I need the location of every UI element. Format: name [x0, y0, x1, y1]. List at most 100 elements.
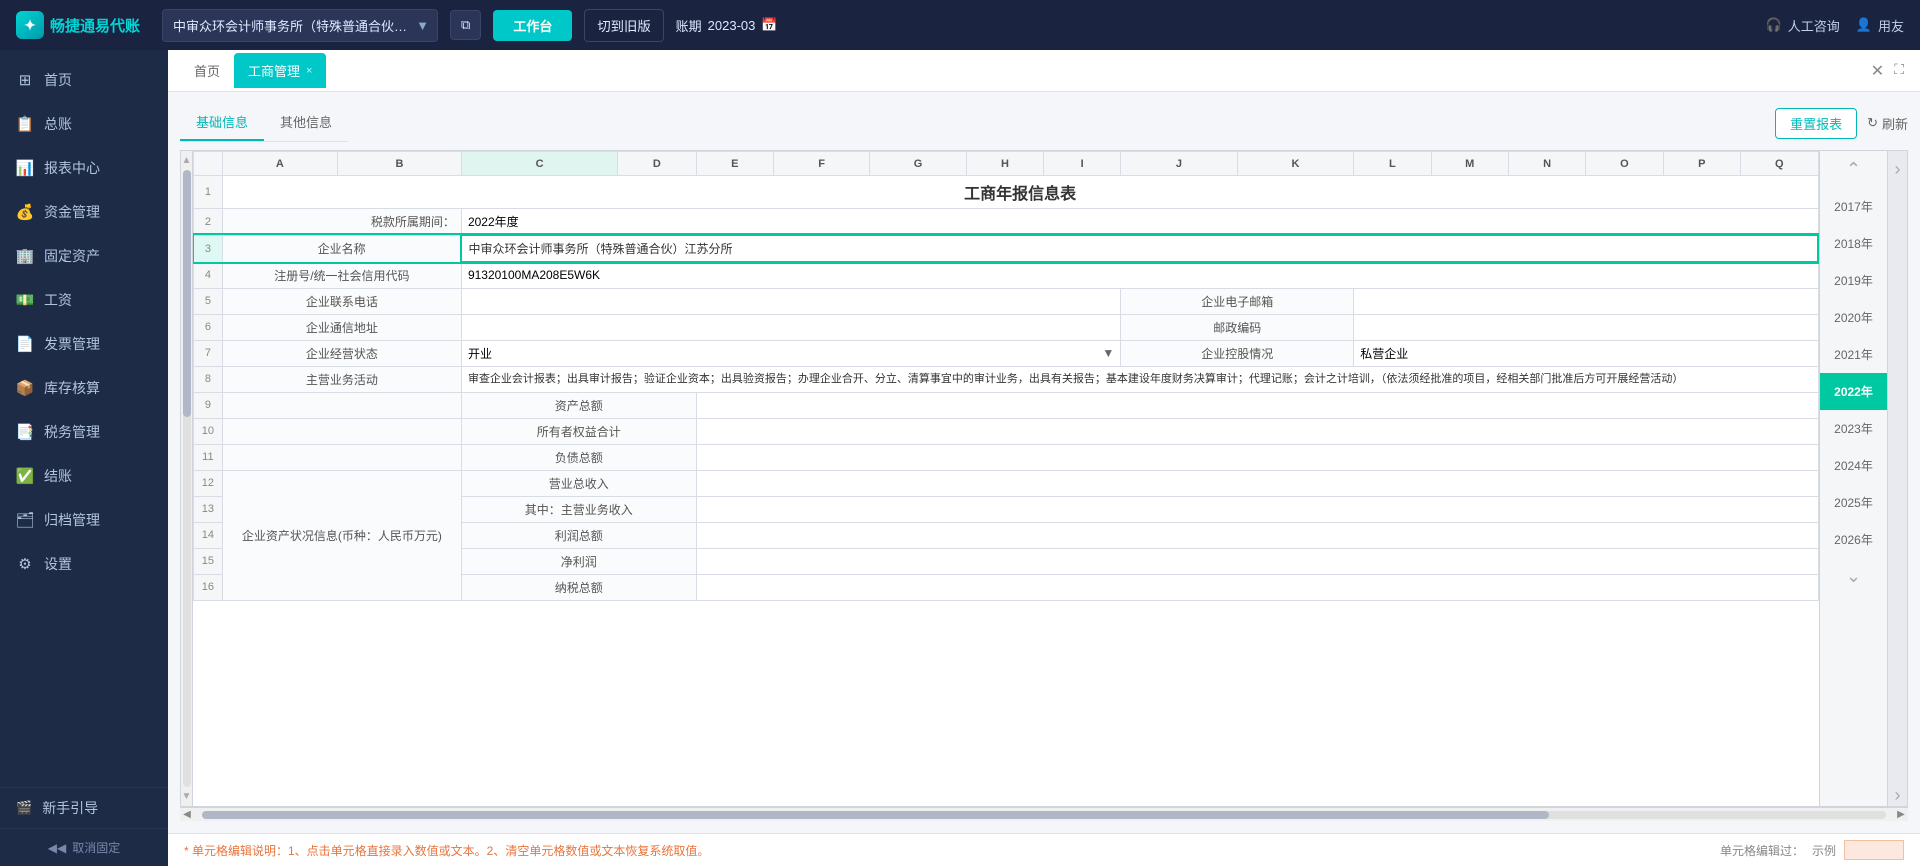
sub-tab-other[interactable]: 其他信息: [264, 104, 348, 141]
col-header-c[interactable]: C: [461, 152, 617, 176]
sub-tabs: 基础信息 其他信息: [180, 104, 348, 142]
toolbar-right: 重置报表 ↻ 刷新: [1775, 108, 1908, 139]
sidebar-item-finance[interactable]: 💰 资金管理: [0, 190, 168, 234]
calendar-icon[interactable]: 📅: [761, 17, 777, 33]
dropdown-icon[interactable]: ▼: [1102, 346, 1114, 360]
sub-tab-basic[interactable]: 基础信息: [180, 104, 264, 141]
col-header-b[interactable]: B: [338, 152, 462, 176]
sidebar-item-ledger[interactable]: 📋 总账: [0, 102, 168, 146]
refresh-button[interactable]: ↻ 刷新: [1867, 114, 1908, 133]
sidebar-item-settle[interactable]: ✅ 结账: [0, 454, 168, 498]
sidebar-item-report[interactable]: 📊 报表中心: [0, 146, 168, 190]
col-header-o[interactable]: O: [1586, 152, 1663, 176]
row13-value[interactable]: [696, 496, 1818, 522]
collapse-down-icon[interactable]: ›: [1895, 785, 1901, 806]
sidebar-item-assets[interactable]: 🏢 固定资产: [0, 234, 168, 278]
row10-value[interactable]: [696, 418, 1818, 444]
year-scroll-down[interactable]: ⌄: [1842, 562, 1865, 591]
collapse-up-icon[interactable]: ›: [1895, 159, 1901, 180]
row13-sub-label: 其中：主营业务收入: [461, 496, 696, 522]
row6-value2[interactable]: [1354, 314, 1818, 340]
sidebar-item-inventory[interactable]: 📦 库存核算: [0, 366, 168, 410]
tab-business-mgmt[interactable]: 工商管理 ×: [234, 53, 326, 88]
sidebar-label-inventory: 库存核算: [44, 378, 100, 398]
sidebar-item-newguide[interactable]: 🎬 新手引导: [0, 787, 168, 828]
sidebar-item-settings[interactable]: ⚙ 设置: [0, 542, 168, 586]
col-header-k[interactable]: K: [1237, 152, 1354, 176]
tab-home[interactable]: 首页: [184, 53, 230, 88]
row9-value[interactable]: [696, 392, 1818, 418]
col-header-i[interactable]: I: [1044, 152, 1121, 176]
hscroll-track[interactable]: [202, 811, 1886, 819]
col-header-e[interactable]: E: [696, 152, 773, 176]
row16-value[interactable]: [696, 574, 1818, 600]
old-version-button[interactable]: 切到旧版: [584, 9, 663, 42]
sidebar-label-newguide: 新手引导: [42, 798, 98, 818]
row5-value2[interactable]: [1354, 288, 1818, 314]
sidebar-item-home[interactable]: ⊞ 首页: [0, 58, 168, 102]
row15-value[interactable]: [696, 548, 1818, 574]
year-2020[interactable]: 2020年: [1820, 299, 1887, 336]
tab-close-icon[interactable]: ×: [306, 65, 312, 77]
spreadsheet-inner[interactable]: A B C D E F G H I J: [193, 151, 1819, 806]
vscroll-up-arrow[interactable]: ▲: [182, 155, 192, 166]
user-profile[interactable]: 👤 用友: [1856, 16, 1904, 35]
sidebar-item-invoice[interactable]: 📄 发票管理: [0, 322, 168, 366]
home-icon: ⊞: [16, 71, 34, 89]
row7-value[interactable]: 开业 ▼: [461, 340, 1120, 366]
row6-value[interactable]: [461, 314, 1120, 340]
row5-value[interactable]: [461, 288, 1120, 314]
year-2021[interactable]: 2021年: [1820, 336, 1887, 373]
row3-value[interactable]: 中审众环会计师事务所（特殊普通合伙）江苏分所: [461, 235, 1818, 262]
horizontal-scrollbar[interactable]: ◀ ▶: [180, 807, 1908, 821]
year-2023[interactable]: 2023年: [1820, 410, 1887, 447]
year-2019[interactable]: 2019年: [1820, 262, 1887, 299]
sidebar-item-tax[interactable]: 📑 税务管理: [0, 410, 168, 454]
row7-value2[interactable]: 私营企业: [1354, 340, 1818, 366]
window-expand-icon[interactable]: ⛶: [1894, 61, 1904, 81]
vscroll-down-arrow[interactable]: ▼: [182, 791, 192, 802]
year-2022[interactable]: 2022年: [1820, 373, 1887, 410]
unpin-button[interactable]: ◀◀ 取消固定: [0, 828, 168, 866]
window-close-icon[interactable]: ✕: [1871, 61, 1884, 81]
company-selector[interactable]: 中审众环会计师事务所（特殊普通合伙… ▼: [162, 9, 438, 42]
row10-sub-label: 所有者权益合计: [461, 418, 696, 444]
col-header-j[interactable]: J: [1121, 152, 1237, 176]
col-header-g[interactable]: G: [870, 152, 966, 176]
col-header-m[interactable]: M: [1431, 152, 1508, 176]
workbench-button[interactable]: 工作台: [493, 10, 572, 41]
col-header-q[interactable]: Q: [1740, 152, 1818, 176]
row4-value[interactable]: 91320100MA208E5W6K: [461, 262, 1818, 288]
row3-label: 企业名称: [222, 235, 461, 262]
row11-value[interactable]: [696, 444, 1818, 470]
hscroll-left-arrow[interactable]: ◀: [180, 809, 194, 820]
year-scroll-up[interactable]: ⌃: [1842, 155, 1865, 184]
col-header-l[interactable]: L: [1354, 152, 1431, 176]
col-header-a[interactable]: A: [222, 152, 337, 176]
year-2024[interactable]: 2024年: [1820, 447, 1887, 484]
col-header-n[interactable]: N: [1508, 152, 1585, 176]
col-header-h[interactable]: H: [966, 152, 1043, 176]
col-header-p[interactable]: P: [1663, 152, 1740, 176]
vscroll-thumb[interactable]: [183, 170, 191, 417]
year-2017[interactable]: 2017年: [1820, 188, 1887, 225]
consult-button[interactable]: 🎧 人工咨询: [1766, 16, 1840, 35]
year-2026[interactable]: 2026年: [1820, 521, 1887, 558]
reset-report-button[interactable]: 重置报表: [1775, 108, 1857, 139]
spreadsheet-container: ▲ ▼: [180, 150, 1908, 807]
row14-value[interactable]: [696, 522, 1818, 548]
row12-value[interactable]: [696, 470, 1818, 496]
sidebar-item-archive[interactable]: 🗂 归档管理: [0, 498, 168, 542]
company-copy-button[interactable]: ⧉: [450, 10, 481, 40]
sidebar-item-salary[interactable]: 💵 工资: [0, 278, 168, 322]
col-header-d[interactable]: D: [618, 152, 696, 176]
year-2025[interactable]: 2025年: [1820, 484, 1887, 521]
row9-label: [222, 392, 461, 418]
row2-value[interactable]: 2022年度: [461, 209, 1818, 236]
main-layout: ⊞ 首页 📋 总账 📊 报表中心 💰 资金管理 🏢 固定资产 💵 工资: [0, 50, 1920, 866]
row8-value[interactable]: 审查企业会计报表；出具审计报告；验证企业资本；出具验资报告；办理企业合开、分立、…: [461, 366, 1818, 392]
hscroll-thumb[interactable]: [202, 811, 1549, 819]
col-header-f[interactable]: F: [773, 152, 869, 176]
year-2018[interactable]: 2018年: [1820, 225, 1887, 262]
hscroll-right-arrow[interactable]: ▶: [1894, 809, 1908, 820]
